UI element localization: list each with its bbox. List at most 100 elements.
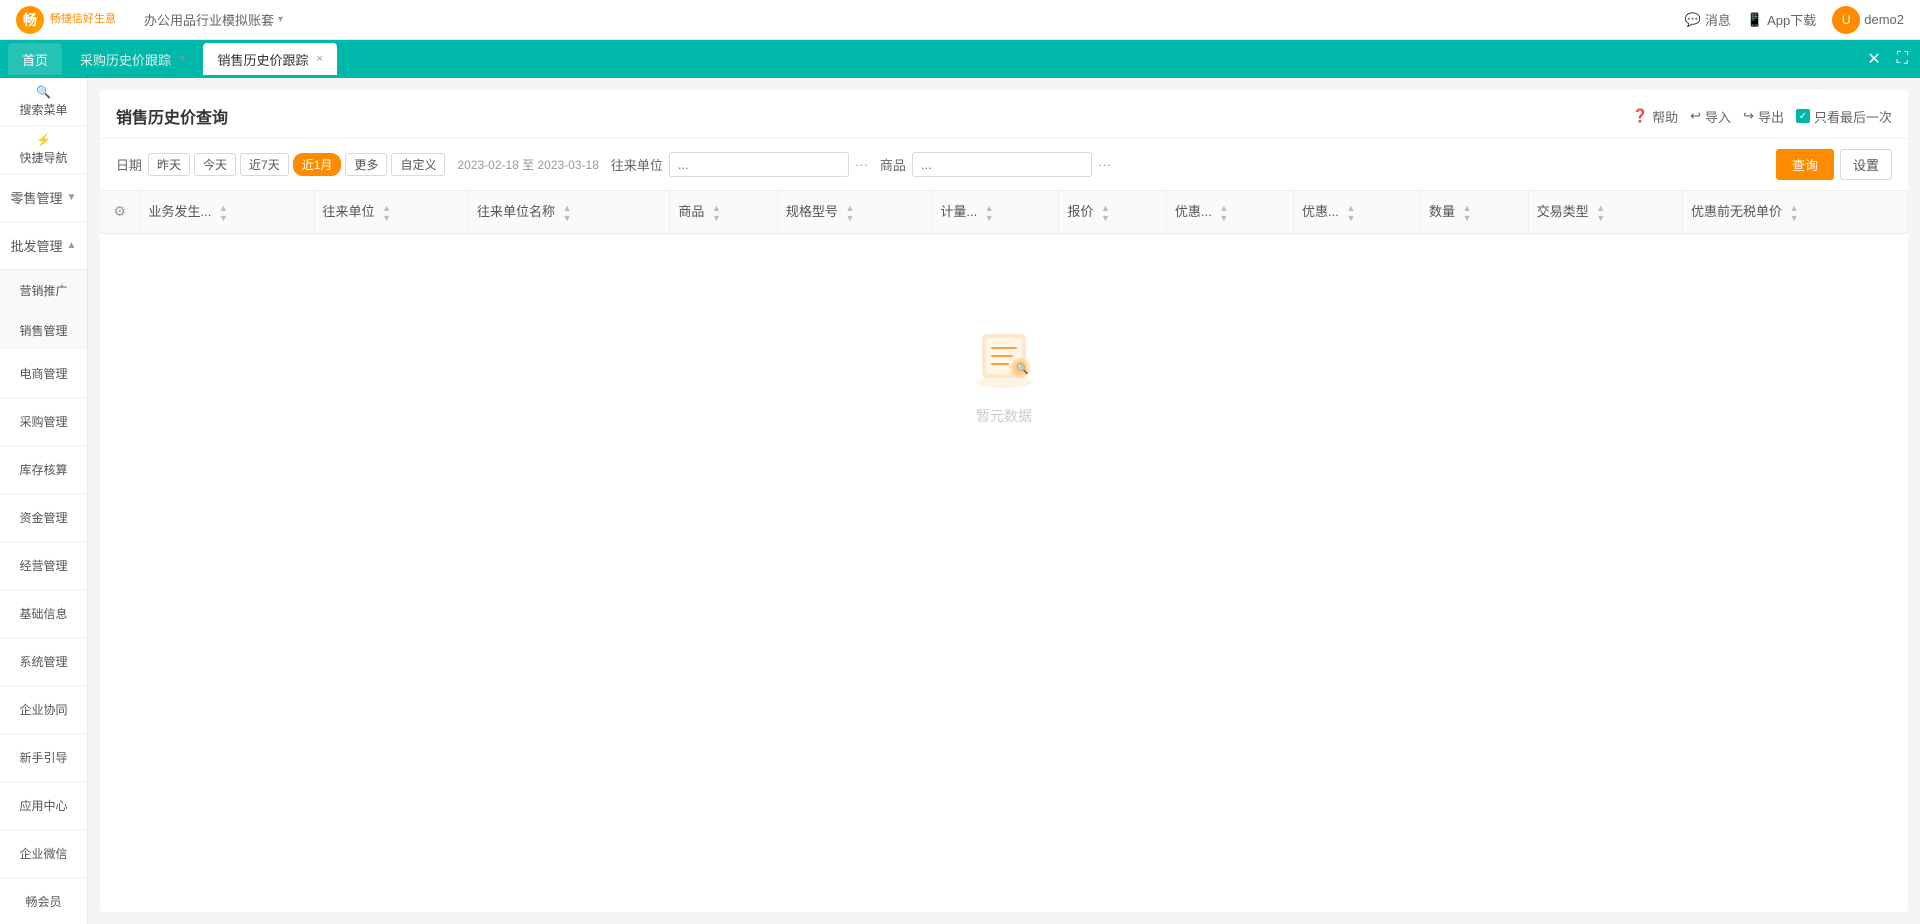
- sidebar-item-system-mgmt[interactable]: 系统管理: [0, 638, 87, 686]
- th-partner-code: 往来单位 ▲▼: [314, 191, 468, 233]
- partner-input[interactable]: [669, 152, 849, 177]
- partner-filter-label: 往来单位: [611, 155, 663, 174]
- sidebar-item-inventory-check[interactable]: 库存核算: [0, 446, 87, 494]
- sidebar-item-marketing[interactable]: 营销推广: [0, 270, 87, 310]
- date-btn-custom[interactable]: 自定义: [391, 153, 445, 176]
- product-input[interactable]: [912, 152, 1092, 177]
- sort-discount2[interactable]: ▲▼: [1346, 203, 1355, 223]
- search-menu-icon: 🔍: [36, 85, 51, 99]
- app-download-action[interactable]: 📱 App下载: [1747, 10, 1816, 29]
- sort-discount1[interactable]: ▲▼: [1219, 203, 1228, 223]
- sort-quote[interactable]: ▲▼: [1101, 203, 1110, 223]
- message-label: 消息: [1705, 10, 1731, 29]
- sidebar-item-beginner-guide[interactable]: 新手引导: [0, 734, 87, 782]
- sidebar-item-search-menu[interactable]: 🔍 搜索菜单: [0, 78, 87, 126]
- content-area: 销售历史价查询 ❓ 帮助 ↩ 导入 ↪ 导出 ✓: [88, 78, 1920, 924]
- only-last-label: 只看最后一次: [1814, 107, 1892, 126]
- sort-trade-type[interactable]: ▲▼: [1596, 203, 1605, 223]
- tab-purchase-close[interactable]: ×: [179, 54, 185, 65]
- settings-button[interactable]: 设置: [1840, 149, 1892, 180]
- sidebar-item-sales-mgmt[interactable]: 销售管理: [0, 310, 87, 350]
- sidebar: 🔍 搜索菜单 ⚡ 快捷导航 零售管理 ▼ 批发管理 ▲ 营销推广 销售管理 电商…: [0, 78, 88, 924]
- page-header: 销售历史价查询 ❓ 帮助 ↩ 导入 ↪ 导出 ✓: [100, 90, 1908, 139]
- user-action[interactable]: U demo2: [1832, 6, 1904, 34]
- close-all-icon[interactable]: ✕: [1863, 45, 1884, 73]
- sidebar-item-enterprise-wechat[interactable]: 企业微信: [0, 830, 87, 878]
- logo-text: 畅捷信好生意: [50, 13, 116, 26]
- sidebar-item-purchase-mgmt[interactable]: 采购管理: [0, 398, 87, 446]
- sidebar-label-ecommerce-mgmt: 电商管理: [19, 365, 67, 382]
- sidebar-item-wholesale-mgmt[interactable]: 批发管理 ▲: [0, 222, 87, 270]
- date-btn-more[interactable]: 更多: [345, 153, 387, 176]
- product-dots[interactable]: ···: [1098, 157, 1111, 172]
- quick-nav-icon: ⚡: [36, 133, 51, 147]
- th-product: 商品 ▲▼: [670, 191, 778, 233]
- empty-text: 暂元数据: [976, 406, 1032, 426]
- th-discount2: 优惠... ▲▼: [1293, 191, 1420, 233]
- checkbox-checked-icon: ✓: [1796, 109, 1810, 123]
- sidebar-item-basic-info[interactable]: 基础信息: [0, 590, 87, 638]
- date-btn-today[interactable]: 今天: [194, 153, 236, 176]
- th-quantity: 数量 ▲▼: [1421, 191, 1529, 233]
- th-spec: 规格型号 ▲▼: [777, 191, 931, 233]
- maximize-icon[interactable]: ⛶: [1893, 46, 1912, 72]
- sidebar-item-finance-mgmt[interactable]: 资金管理: [0, 494, 87, 542]
- page-header-actions: ❓ 帮助 ↩ 导入 ↪ 导出 ✓ 只看最后一次: [1632, 107, 1892, 126]
- tab-sales-close[interactable]: ×: [316, 54, 322, 65]
- export-action[interactable]: ↪ 导出: [1743, 107, 1784, 126]
- tab-home[interactable]: 首页: [8, 43, 62, 75]
- search-button[interactable]: 查询: [1776, 149, 1834, 180]
- table-settings-icon[interactable]: ⚙: [113, 203, 126, 219]
- help-label: 帮助: [1652, 107, 1678, 126]
- message-action[interactable]: 💬 消息: [1685, 10, 1731, 29]
- product-filter-label: 商品: [880, 155, 906, 174]
- sort-pre-tax-price[interactable]: ▲▼: [1790, 203, 1799, 223]
- sidebar-label-enterprise-collab: 企业协同: [19, 701, 67, 718]
- date-btn-1month[interactable]: 近1月: [293, 153, 342, 176]
- sidebar-label-finance-mgmt: 资金管理: [19, 509, 67, 526]
- sort-unit[interactable]: ▲▼: [985, 203, 994, 223]
- sidebar-label-member: 畅会员: [25, 893, 61, 910]
- sidebar-item-enterprise-collab[interactable]: 企业协同: [0, 686, 87, 734]
- only-last-checkbox[interactable]: ✓ 只看最后一次: [1796, 107, 1892, 126]
- tab-sales-history[interactable]: 销售历史价跟踪 ×: [203, 43, 336, 75]
- company-dropdown[interactable]: 办公用品行业模拟账套 ▾: [144, 10, 283, 29]
- logo-icon: 畅: [16, 6, 44, 34]
- sort-partner-name[interactable]: ▲▼: [563, 203, 572, 223]
- th-biz-date: 业务发生... ▲▼: [140, 191, 314, 233]
- sort-biz-date[interactable]: ▲▼: [219, 203, 228, 223]
- sidebar-label-wholesale-mgmt: 批发管理: [11, 236, 63, 255]
- sort-product[interactable]: ▲▼: [712, 203, 721, 223]
- sort-spec[interactable]: ▲▼: [846, 203, 855, 223]
- table-container: ⚙ 业务发生... ▲▼ 往来单位 ▲▼ 往来单位名称 ▲▼: [100, 191, 1908, 912]
- sidebar-item-member[interactable]: 畅会员: [0, 878, 87, 924]
- sidebar-label-inventory-check: 库存核算: [19, 461, 67, 478]
- sidebar-label-sales-mgmt: 销售管理: [19, 322, 67, 339]
- sidebar-item-app-center[interactable]: 应用中心: [0, 782, 87, 830]
- filter-bar: 日期 昨天 今天 近7天 近1月 更多 自定义 2023-02-18 至 202…: [100, 139, 1908, 191]
- date-btn-7days[interactable]: 近7天: [240, 153, 289, 176]
- sidebar-item-retail-mgmt[interactable]: 零售管理 ▼: [0, 174, 87, 222]
- help-action[interactable]: ❓ 帮助: [1632, 107, 1678, 126]
- empty-icon: 🔍: [964, 314, 1044, 394]
- empty-state: 🔍 暂元数据: [100, 234, 1908, 506]
- export-icon: ↪: [1743, 108, 1754, 124]
- page-title: 销售历史价查询: [116, 104, 228, 128]
- date-btn-yesterday[interactable]: 昨天: [148, 153, 190, 176]
- sort-quantity[interactable]: ▲▼: [1463, 203, 1472, 223]
- header-left: 畅 畅捷信好生意 办公用品行业模拟账套 ▾: [16, 6, 283, 34]
- logo-area: 畅 畅捷信好生意: [16, 6, 116, 34]
- tab-sales-label: 销售历史价跟踪: [217, 50, 308, 69]
- sidebar-item-ecommerce-mgmt[interactable]: 电商管理: [0, 350, 87, 398]
- tab-purchase-label: 采购历史价跟踪: [80, 50, 171, 69]
- sort-partner-code[interactable]: ▲▼: [382, 203, 391, 223]
- sidebar-item-operations-mgmt[interactable]: 经营管理: [0, 542, 87, 590]
- sidebar-label-marketing: 营销推广: [19, 282, 67, 299]
- message-icon: 💬: [1685, 12, 1701, 28]
- username-label: demo2: [1864, 12, 1904, 27]
- sidebar-item-quick-nav[interactable]: ⚡ 快捷导航: [0, 126, 87, 174]
- export-label: 导出: [1758, 107, 1784, 126]
- partner-dots[interactable]: ···: [855, 157, 868, 172]
- tab-purchase-history[interactable]: 采购历史价跟踪 ×: [66, 43, 199, 75]
- import-action[interactable]: ↩ 导入: [1690, 107, 1731, 126]
